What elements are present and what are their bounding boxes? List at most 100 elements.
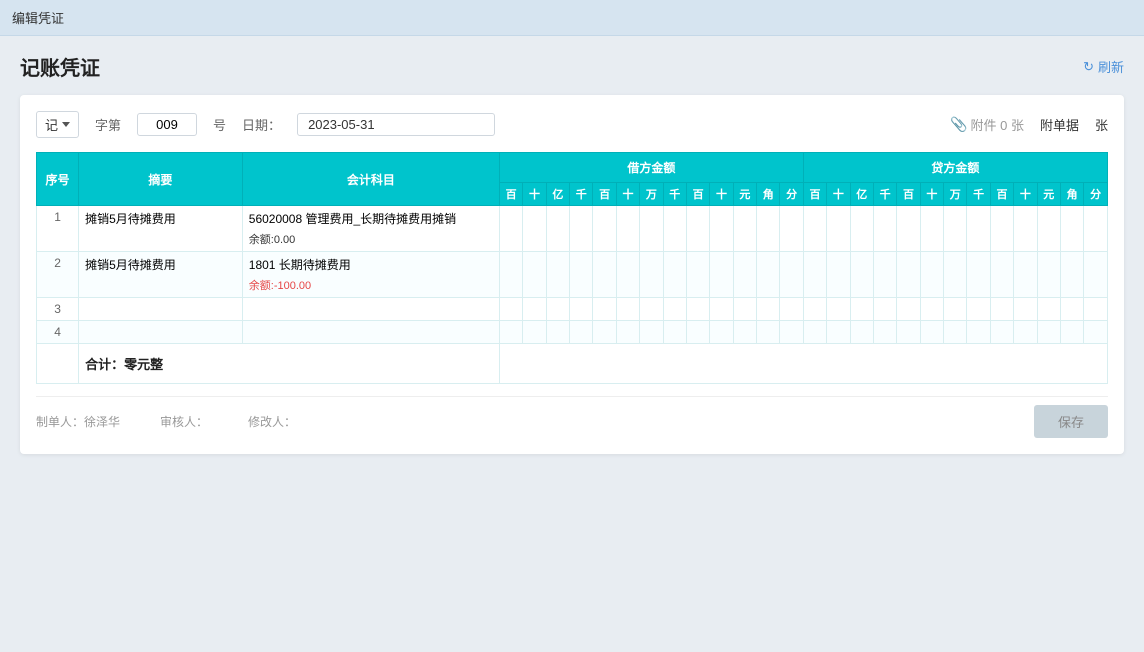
debit-cell[interactable] [780,252,803,298]
credit-cell[interactable] [967,321,990,344]
credit-cell[interactable] [1084,298,1108,321]
single-doc-label[interactable]: 附单据 [1040,115,1079,134]
credit-cell[interactable] [1084,206,1108,252]
debit-cell[interactable] [757,298,780,321]
debit-cell[interactable] [640,321,663,344]
debit-cell[interactable] [616,321,639,344]
credit-cell[interactable] [1060,298,1083,321]
credit-cell[interactable] [1037,298,1060,321]
debit-cell[interactable] [593,206,616,252]
date-input[interactable] [297,113,495,136]
debit-cell[interactable] [546,321,569,344]
debit-cell[interactable] [570,298,593,321]
debit-cell[interactable] [686,252,709,298]
debit-cell[interactable] [570,206,593,252]
row-summary[interactable] [79,321,243,344]
row-summary[interactable]: 摊销5月待摊费用 [79,252,243,298]
debit-cell[interactable] [499,206,522,252]
credit-cell[interactable] [803,321,826,344]
credit-cell[interactable] [803,206,826,252]
row-summary[interactable] [79,298,243,321]
debit-cell[interactable] [570,321,593,344]
debit-cell[interactable] [733,252,756,298]
debit-cell[interactable] [546,252,569,298]
credit-cell[interactable] [1084,321,1108,344]
row-subject[interactable] [242,298,499,321]
credit-cell[interactable] [850,252,873,298]
credit-cell[interactable] [1060,252,1083,298]
credit-cell[interactable] [850,206,873,252]
credit-cell[interactable] [873,252,896,298]
credit-cell[interactable] [967,252,990,298]
credit-cell[interactable] [850,298,873,321]
credit-cell[interactable] [1084,252,1108,298]
credit-cell[interactable] [920,298,943,321]
debit-cell[interactable] [733,206,756,252]
debit-cell[interactable] [663,252,686,298]
credit-cell[interactable] [920,206,943,252]
debit-cell[interactable] [663,298,686,321]
debit-cell[interactable] [616,298,639,321]
debit-cell[interactable] [733,321,756,344]
credit-cell[interactable] [827,298,850,321]
debit-cell[interactable] [523,298,546,321]
credit-cell[interactable] [827,206,850,252]
save-button[interactable]: 保存 [1034,405,1108,438]
debit-cell[interactable] [593,252,616,298]
credit-cell[interactable] [1014,321,1037,344]
debit-cell[interactable] [686,206,709,252]
debit-cell[interactable] [710,206,733,252]
ji-select[interactable]: 记 [36,111,79,138]
debit-cell[interactable] [616,206,639,252]
debit-cell[interactable] [593,321,616,344]
credit-cell[interactable] [990,321,1013,344]
credit-cell[interactable] [1014,252,1037,298]
credit-cell[interactable] [897,252,920,298]
debit-cell[interactable] [523,252,546,298]
credit-cell[interactable] [873,206,896,252]
credit-cell[interactable] [827,321,850,344]
debit-cell[interactable] [640,298,663,321]
debit-cell[interactable] [499,321,522,344]
debit-cell[interactable] [710,298,733,321]
debit-cell[interactable] [710,321,733,344]
debit-cell[interactable] [523,321,546,344]
credit-cell[interactable] [967,298,990,321]
credit-cell[interactable] [1014,298,1037,321]
credit-cell[interactable] [920,321,943,344]
debit-cell[interactable] [499,252,522,298]
debit-cell[interactable] [640,252,663,298]
credit-cell[interactable] [897,206,920,252]
debit-cell[interactable] [757,206,780,252]
row-subject[interactable] [242,321,499,344]
credit-cell[interactable] [897,298,920,321]
debit-cell[interactable] [663,321,686,344]
credit-cell[interactable] [1037,206,1060,252]
debit-cell[interactable] [780,321,803,344]
credit-cell[interactable] [920,252,943,298]
credit-cell[interactable] [944,321,967,344]
debit-cell[interactable] [686,298,709,321]
debit-cell[interactable] [710,252,733,298]
credit-cell[interactable] [873,321,896,344]
credit-cell[interactable] [990,252,1013,298]
debit-cell[interactable] [523,206,546,252]
credit-cell[interactable] [1014,206,1037,252]
debit-cell[interactable] [757,252,780,298]
credit-cell[interactable] [1060,321,1083,344]
debit-cell[interactable] [593,298,616,321]
credit-cell[interactable] [1037,252,1060,298]
credit-cell[interactable] [944,298,967,321]
debit-cell[interactable] [570,252,593,298]
debit-cell[interactable] [546,298,569,321]
row-subject[interactable]: 56020008 管理费用_长期待摊费用摊销余额:0.00 [242,206,499,252]
credit-cell[interactable] [803,298,826,321]
debit-cell[interactable] [546,206,569,252]
debit-cell[interactable] [757,321,780,344]
debit-cell[interactable] [616,252,639,298]
credit-cell[interactable] [1060,206,1083,252]
debit-cell[interactable] [733,298,756,321]
refresh-button[interactable]: ↻ 刷新 [1083,57,1124,76]
credit-cell[interactable] [990,298,1013,321]
debit-cell[interactable] [499,298,522,321]
